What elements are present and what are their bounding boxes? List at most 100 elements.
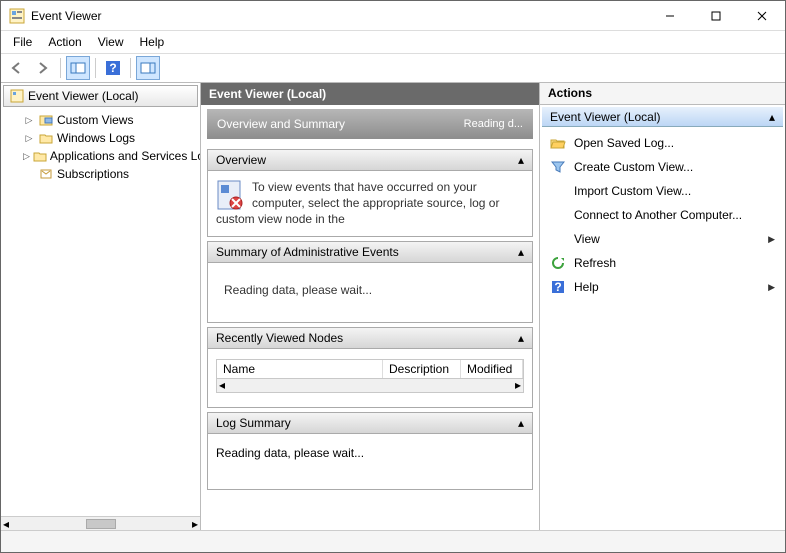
- back-button[interactable]: [5, 56, 29, 80]
- show-tree-button[interactable]: [66, 56, 90, 80]
- collapse-icon[interactable]: ▴: [518, 416, 524, 430]
- folder-icon: [33, 148, 47, 164]
- section-overview-body: To view events that have occurred on you…: [207, 171, 533, 237]
- overview-bar: Overview and Summary Reading d...: [207, 109, 533, 139]
- tree-item-label: Subscriptions: [57, 167, 129, 181]
- menu-file[interactable]: File: [5, 33, 40, 51]
- blank-icon: [550, 231, 566, 247]
- folder-icon: [38, 130, 54, 146]
- menu-action[interactable]: Action: [40, 33, 89, 51]
- tree-item-windows-logs[interactable]: ▷ Windows Logs: [1, 129, 200, 147]
- scroll-left-icon[interactable]: ◂: [219, 378, 225, 392]
- summary-status: Reading data, please wait...: [216, 271, 524, 309]
- section-title: Recently Viewed Nodes: [216, 331, 343, 345]
- tree-item-label: Applications and Services Lo: [50, 149, 200, 163]
- minimize-button[interactable]: [647, 1, 693, 31]
- submenu-arrow-icon: ▶: [768, 234, 775, 245]
- show-actions-button[interactable]: [136, 56, 160, 80]
- menubar: File Action View Help: [1, 31, 785, 53]
- tree-root-label: Event Viewer (Local): [28, 89, 139, 103]
- forward-button[interactable]: [31, 56, 55, 80]
- actions-header: Actions: [540, 83, 785, 105]
- toolbar-separator: [130, 58, 131, 78]
- actions-list: Open Saved Log... Create Custom View... …: [540, 129, 785, 301]
- section-recent-header[interactable]: Recently Viewed Nodes ▴: [207, 327, 533, 349]
- action-help[interactable]: ? Help ▶: [540, 275, 785, 299]
- collapse-icon[interactable]: ▴: [518, 245, 524, 259]
- section-recent-body: Name Description Modified ◂ ▸: [207, 349, 533, 408]
- blank-icon: [550, 183, 566, 199]
- overview-text: To view events that have occurred on you…: [216, 179, 524, 228]
- scroll-left-icon[interactable]: ◂: [3, 517, 9, 531]
- recent-nodes-table: Name Description Modified ◂ ▸: [216, 359, 524, 393]
- action-import-custom-view[interactable]: Import Custom View...: [540, 179, 785, 203]
- action-label: Connect to Another Computer...: [574, 208, 775, 222]
- collapse-icon[interactable]: ▴: [769, 110, 775, 124]
- action-label: Import Custom View...: [574, 184, 775, 198]
- scroll-right-icon[interactable]: ▸: [192, 517, 198, 531]
- col-name[interactable]: Name: [217, 360, 383, 378]
- action-open-saved-log[interactable]: Open Saved Log...: [540, 131, 785, 155]
- col-modified[interactable]: Modified: [461, 360, 523, 378]
- detail-body: Overview ▴ To view events that have occu…: [201, 145, 539, 530]
- tree-root-header[interactable]: Event Viewer (Local): [3, 85, 198, 107]
- action-label: Help: [574, 280, 760, 294]
- help-icon: ?: [550, 279, 566, 295]
- refresh-icon: [550, 255, 566, 271]
- expander-icon[interactable]: ▷: [23, 132, 35, 144]
- section-log-header[interactable]: Log Summary ▴: [207, 412, 533, 434]
- action-label: View: [574, 232, 760, 246]
- expander-icon[interactable]: ▷: [23, 114, 35, 126]
- scroll-right-icon[interactable]: ▸: [515, 378, 521, 392]
- menu-view[interactable]: View: [90, 33, 132, 51]
- blank-icon: [550, 207, 566, 223]
- subscriptions-icon: [38, 166, 54, 182]
- svg-text:?: ?: [109, 61, 116, 75]
- horizontal-scrollbar[interactable]: ◂ ▸: [1, 516, 200, 530]
- menu-help[interactable]: Help: [132, 33, 173, 51]
- events-icon: [216, 179, 244, 211]
- expander-icon[interactable]: ▷: [23, 150, 30, 162]
- overview-title: Overview and Summary: [217, 117, 345, 131]
- action-label: Open Saved Log...: [574, 136, 775, 150]
- action-refresh[interactable]: Refresh: [540, 251, 785, 275]
- toolbar-separator: [60, 58, 61, 78]
- scroll-thumb[interactable]: [86, 519, 116, 529]
- col-description[interactable]: Description: [383, 360, 461, 378]
- action-label: Refresh: [574, 256, 775, 270]
- action-view[interactable]: View ▶: [540, 227, 785, 251]
- event-viewer-icon: [10, 89, 24, 103]
- action-create-custom-view[interactable]: Create Custom View...: [540, 155, 785, 179]
- spacer: [23, 168, 35, 180]
- titlebar: Event Viewer: [1, 1, 785, 31]
- close-button[interactable]: [739, 1, 785, 31]
- action-label: Create Custom View...: [574, 160, 775, 174]
- window-title: Event Viewer: [31, 9, 647, 23]
- table-scrollbar[interactable]: ◂ ▸: [216, 379, 524, 393]
- collapse-icon[interactable]: ▴: [518, 331, 524, 345]
- section-overview-header[interactable]: Overview ▴: [207, 149, 533, 171]
- tree-body: ▷ Custom Views ▷ Windows Logs ▷ Applicat…: [1, 109, 200, 516]
- tree-item-custom-views[interactable]: ▷ Custom Views: [1, 111, 200, 129]
- tree-pane: Event Viewer (Local) ▷ Custom Views ▷ Wi…: [1, 83, 201, 530]
- section-summary-header[interactable]: Summary of Administrative Events ▴: [207, 241, 533, 263]
- toolbar: ?: [1, 53, 785, 83]
- actions-pane: Actions Event Viewer (Local) ▴ Open Save…: [540, 83, 785, 530]
- loading-text: Reading d...: [464, 118, 523, 130]
- help-button[interactable]: ?: [101, 56, 125, 80]
- collapse-icon[interactable]: ▴: [518, 153, 524, 167]
- svg-text:?: ?: [554, 280, 561, 294]
- actions-group-header[interactable]: Event Viewer (Local) ▴: [542, 107, 783, 127]
- maximize-button[interactable]: [693, 1, 739, 31]
- table-header-row: Name Description Modified: [216, 359, 524, 379]
- folder-view-icon: [38, 112, 54, 128]
- section-log-body: Reading data, please wait...: [207, 434, 533, 490]
- tree-item-apps-services[interactable]: ▷ Applications and Services Lo: [1, 147, 200, 165]
- section-summary-body: Reading data, please wait...: [207, 263, 533, 323]
- actions-group-label: Event Viewer (Local): [550, 110, 661, 124]
- tree-item-label: Windows Logs: [57, 131, 135, 145]
- filter-icon: [550, 159, 566, 175]
- toolbar-separator: [95, 58, 96, 78]
- tree-item-subscriptions[interactable]: Subscriptions: [1, 165, 200, 183]
- action-connect-computer[interactable]: Connect to Another Computer...: [540, 203, 785, 227]
